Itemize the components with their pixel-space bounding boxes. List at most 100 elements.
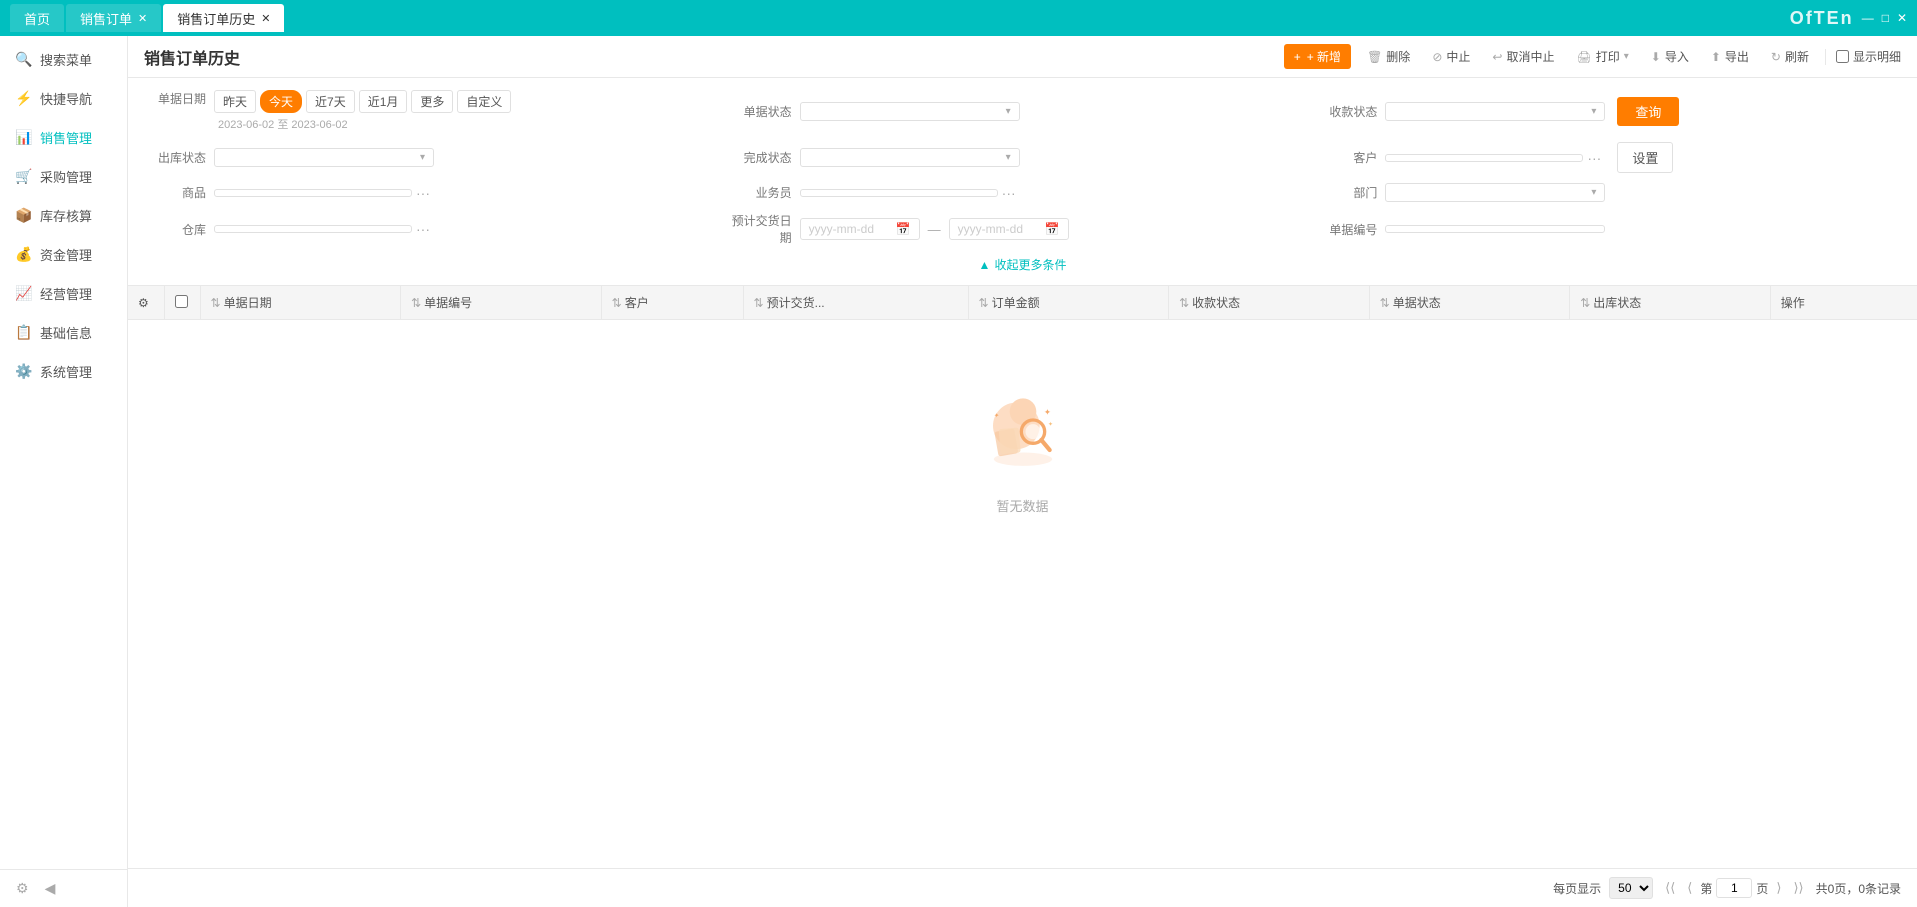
bill-status-label: 单据状态 [730,103,800,120]
sidebar-item-quicknav[interactable]: ⚡ 快捷导航 [0,79,127,118]
refresh-button[interactable]: ↻ 刷新 [1765,44,1815,69]
table-header-row: ⚙ ⇅ 单据日期 ⇅ [128,286,1917,320]
bill-number-input[interactable] [1385,225,1605,233]
customer-more-icon[interactable]: ··· [1583,150,1605,166]
print-dropdown-icon[interactable]: ▾ [1624,51,1629,62]
warehouse-more-icon[interactable]: ··· [412,221,434,237]
col-amount: ⇅ 订单金额 [968,286,1169,320]
print-button[interactable]: 🖨 打印 ▾ [1570,44,1634,69]
last-page-button[interactable]: ⟩⟩ [1789,878,1807,898]
collapse-filter-button[interactable]: ▲ 收起更多条件 [144,256,1901,273]
close-icon[interactable]: ✕ [261,12,270,25]
warehouse-label: 仓库 [144,221,214,238]
sort-icon-5[interactable]: ⇅ [979,296,989,310]
product-input[interactable] [214,189,412,197]
expected-date-from[interactable]: yyyy-mm-dd 📅 [800,218,920,240]
svg-text:✦: ✦ [1043,407,1050,417]
import-button[interactable]: ⬇ 导入 [1645,44,1695,69]
sidebar-item-sales[interactable]: 📊 销售管理 [0,118,127,157]
col-expected-date: ⇅ 预计交货... [743,286,968,320]
date-btn-yesterday[interactable]: 昨天 [214,90,256,113]
col-receipt-status: ⇅ 收款状态 [1169,286,1370,320]
display-detail-checkbox[interactable]: 显示明细 [1836,48,1901,65]
sort-icon-3[interactable]: ⇅ [612,296,622,310]
sort-icon-4[interactable]: ⇅ [754,296,764,310]
date-btn-more[interactable]: 更多 [411,90,453,113]
stop-icon: ⊘ [1432,50,1442,64]
first-page-button[interactable]: ⟨⟨ [1661,878,1679,898]
tab-home[interactable]: 首页 [10,4,64,32]
sort-icon-7[interactable]: ⇅ [1380,296,1390,310]
complete-select[interactable]: ▾ [800,148,1020,167]
display-detail-input[interactable] [1836,50,1849,63]
svg-text:✦: ✦ [1048,421,1053,428]
bill-number-label: 单据编号 [1315,221,1385,238]
new-button[interactable]: + + 新增 [1284,44,1351,69]
operations-icon: 📈 [16,286,32,302]
cancel-stop-button[interactable]: ↩ 取消中止 [1486,44,1560,69]
tab-sales-order-history[interactable]: 销售订单历史 ✕ [163,4,284,32]
sidebar-item-system[interactable]: ⚙️ 系统管理 [0,352,127,391]
sidebar-bottom: ⚙ ◀ [0,869,127,907]
sidebar-item-search[interactable]: 🔍 搜索菜单 [0,40,127,79]
col-stock-status: ⇅ 出库状态 [1570,286,1771,320]
sidebar-item-inventory[interactable]: 📦 库存核算 [0,196,127,235]
chevron-down-icon-4: ▾ [1006,152,1011,163]
sidebar-nav: 🔍 搜索菜单 ⚡ 快捷导航 📊 销售管理 🛒 采购管理 📦 库存核算 💰 [0,36,127,391]
next-page-button[interactable]: ⟩ [1772,878,1785,898]
page-number-input[interactable] [1716,878,1752,898]
chevron-down-icon-3: ▾ [420,152,425,163]
window-close-icon[interactable]: ✕ [1897,11,1907,25]
sidebar-collapse-icon[interactable]: ◀ [45,880,56,897]
prev-page-button[interactable]: ⟨ [1683,878,1696,898]
customer-input[interactable] [1385,154,1583,162]
filter-row-1: 单据日期 昨天 今天 近7天 近1月 更多 自定义 2023-06-02 至 2… [144,90,1901,132]
col-number: ⇅ 单据编号 [401,286,602,320]
chevron-up-icon: ▲ [979,258,991,272]
close-icon[interactable]: ✕ [138,12,147,25]
refresh-icon: ↻ [1771,50,1781,64]
date-btn-1month[interactable]: 近1月 [359,90,408,113]
sort-icon[interactable]: ⇅ [211,296,221,310]
product-more-icon[interactable]: ··· [412,185,434,201]
tab-sales-order[interactable]: 销售订单 ✕ [66,4,161,32]
date-btn-custom[interactable]: 自定义 [457,90,511,113]
import-icon: ⬇ [1651,50,1661,64]
stock-out-select[interactable]: ▾ [214,148,434,167]
sort-icon-6[interactable]: ⇅ [1179,296,1189,310]
salesperson-input[interactable] [800,189,998,197]
sidebar-item-purchase[interactable]: 🛒 采购管理 [0,157,127,196]
salesperson-more-icon[interactable]: ··· [998,185,1020,201]
sidebar-item-finance[interactable]: 💰 资金管理 [0,235,127,274]
bill-status-select[interactable]: ▾ [800,102,1020,121]
complete-label: 完成状态 [730,149,800,166]
sidebar-settings-icon[interactable]: ⚙ [16,880,29,897]
expected-date-label: 预计交货日期 [730,212,800,246]
plus-icon: + [1294,50,1301,64]
stop-button[interactable]: ⊘ 中止 [1426,44,1476,69]
sidebar-item-operations[interactable]: 📈 经营管理 [0,274,127,313]
table-check-col [164,286,200,320]
department-select[interactable]: ▾ [1385,183,1605,202]
date-btn-7days[interactable]: 近7天 [306,90,355,113]
date-btn-today[interactable]: 今天 [260,90,302,113]
warehouse-input[interactable] [214,225,412,233]
total-records-text: 共0页，0条记录 [1816,880,1901,897]
query-button[interactable]: 查询 [1617,97,1679,126]
window-minimize-icon[interactable]: — [1862,11,1874,25]
select-all-checkbox[interactable] [175,295,188,308]
window-maximize-icon[interactable]: □ [1882,11,1889,25]
per-page-select[interactable]: 50 [1609,877,1653,899]
empty-text: 暂无数据 [996,496,1048,515]
sort-icon-2[interactable]: ⇅ [411,296,421,310]
sort-icon-8[interactable]: ⇅ [1580,296,1590,310]
receipt-status-select[interactable]: ▾ [1385,102,1605,121]
sidebar-item-basics[interactable]: 📋 基础信息 [0,313,127,352]
delete-button[interactable]: 🗑 删除 [1361,44,1416,69]
expected-date-to[interactable]: yyyy-mm-dd 📅 [949,218,1069,240]
gear-icon[interactable]: ⚙ [138,296,149,310]
export-button[interactable]: ⬆ 导出 [1705,44,1755,69]
chevron-down-icon: ▾ [1006,106,1011,117]
settings-button[interactable]: 设置 [1617,142,1673,173]
col-date: ⇅ 单据日期 [200,286,401,320]
